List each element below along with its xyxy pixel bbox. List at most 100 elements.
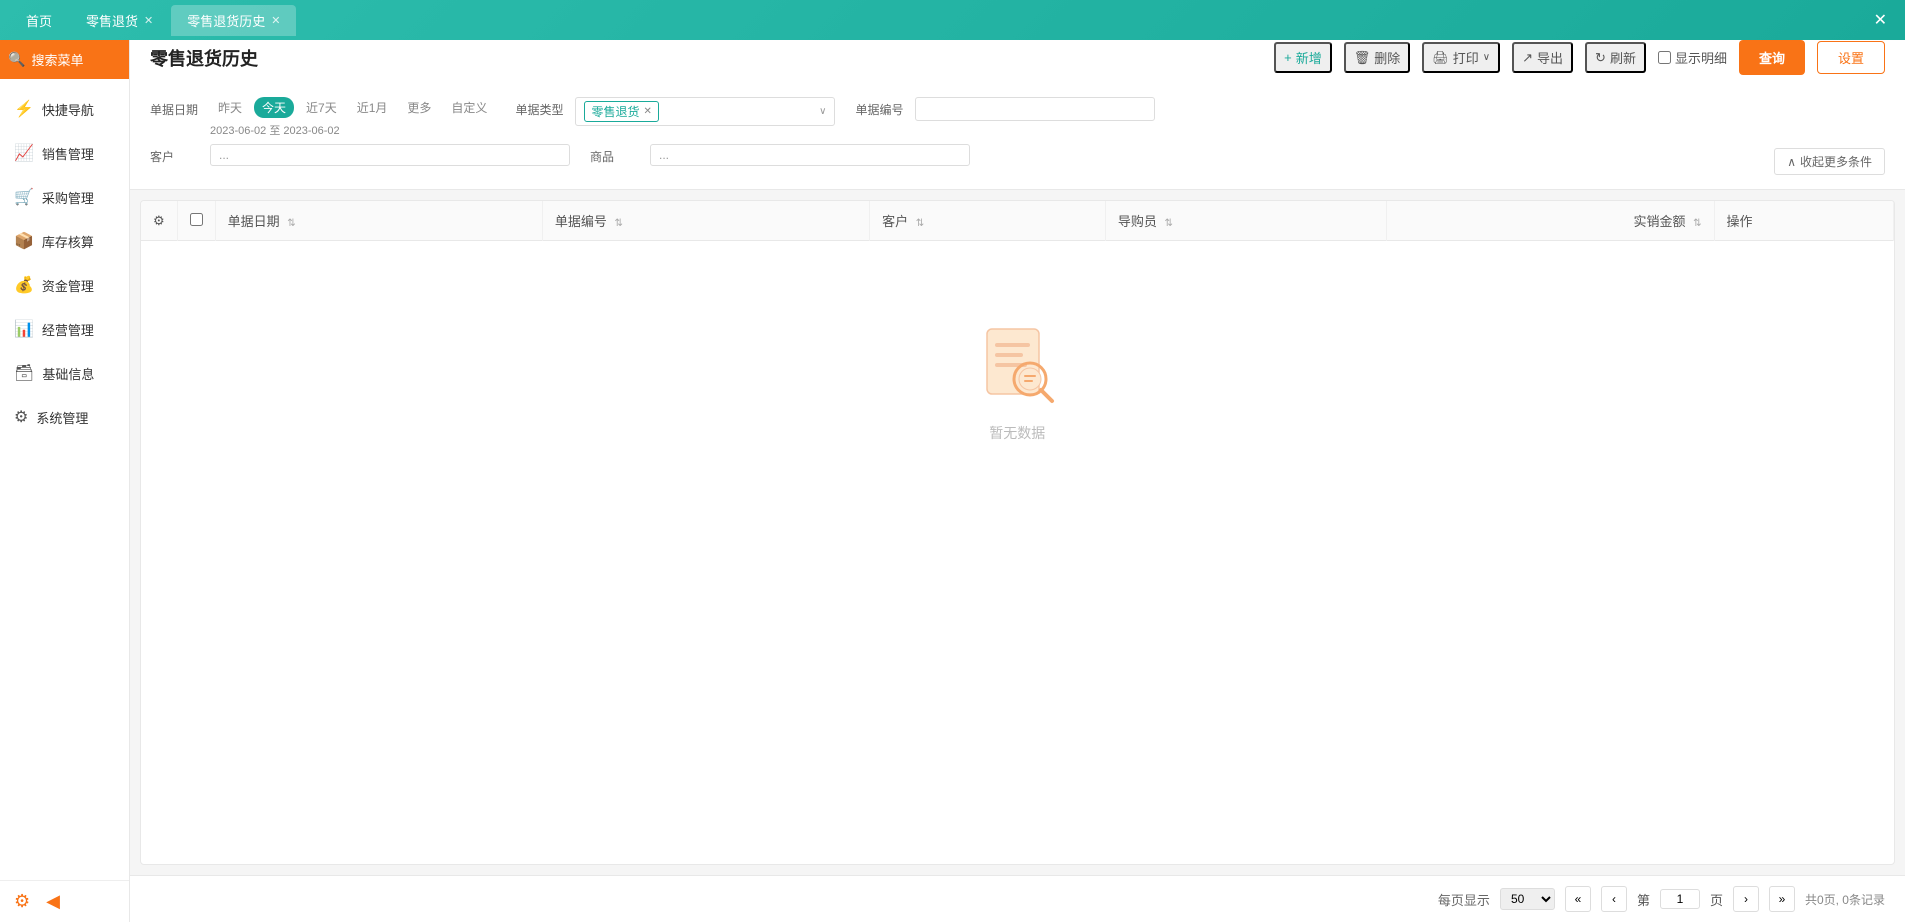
- sidebar-item-quick-nav[interactable]: ⚡ 快捷导航: [0, 87, 129, 131]
- set-button[interactable]: 设置: [1817, 41, 1885, 74]
- sidebar-item-sales[interactable]: 📈 销售管理: [0, 131, 129, 175]
- th-date: 单据日期 ⇅: [215, 201, 542, 241]
- doc-type-select[interactable]: 零售退货 ✕ ∨: [575, 97, 835, 126]
- sidebar-collapse-icon[interactable]: ◀: [46, 891, 60, 912]
- amount-sort-icon[interactable]: ⇅: [1693, 218, 1701, 229]
- sidebar-item-operation[interactable]: 📊 经营管理: [0, 307, 129, 351]
- sidebar-item-base-info-label: 基础信息: [42, 364, 94, 383]
- next-page-button[interactable]: ›: [1733, 886, 1759, 912]
- customer-input[interactable]: ...: [210, 144, 570, 166]
- query-button[interactable]: 查询: [1739, 40, 1805, 75]
- close-retail-return-icon[interactable]: ✕: [144, 14, 153, 27]
- prev-page-button[interactable]: ‹: [1601, 886, 1627, 912]
- tab-retail-return-history[interactable]: 零售退货历史 ✕: [171, 5, 296, 36]
- first-page-button[interactable]: «: [1565, 886, 1591, 912]
- export-label: 导出: [1537, 48, 1563, 67]
- display-detail-check[interactable]: 显示明细: [1658, 48, 1727, 67]
- tab-retail-return[interactable]: 零售退货 ✕: [70, 5, 169, 36]
- th-guide-label: 导购员: [1118, 214, 1157, 229]
- tab-home-label: 首页: [26, 11, 52, 30]
- search-icon: 🔍: [8, 51, 25, 68]
- sidebar-item-purchase[interactable]: 🛒 采购管理: [0, 175, 129, 219]
- purchase-icon: 🛒: [14, 187, 34, 207]
- th-customer: 客户 ⇅: [870, 201, 1106, 241]
- new-button[interactable]: + 新增: [1274, 42, 1332, 73]
- sidebar-item-sales-label: 销售管理: [42, 144, 94, 163]
- data-table: ⚙ 单据日期 ⇅ 单据编号 ⇅: [141, 201, 1894, 523]
- empty-state: 暂无数据: [141, 241, 1894, 523]
- sidebar-item-base-info[interactable]: 🗃 基础信息: [0, 351, 129, 395]
- customer-sort-icon[interactable]: ⇅: [916, 218, 924, 229]
- sidebar-settings-icon[interactable]: ⚙: [14, 891, 30, 912]
- th-number-label: 单据编号: [555, 214, 607, 229]
- goods-input[interactable]: ...: [650, 144, 970, 166]
- close-retail-return-history-icon[interactable]: ✕: [271, 14, 280, 27]
- date-btn-custom[interactable]: 自定义: [443, 97, 495, 118]
- settings-icon[interactable]: ⚙: [153, 213, 165, 228]
- sidebar-item-inventory[interactable]: 📦 库存核算: [0, 219, 129, 263]
- page-actions: + 新增 🗑 删除 🖨 打印 ∨ ↗ 导出: [1274, 40, 1885, 75]
- date-range: 2023-06-02 至 2023-06-02: [210, 122, 495, 138]
- refresh-label: 刷新: [1610, 48, 1636, 67]
- sidebar-item-system-label: 系统管理: [36, 408, 88, 427]
- main-layout: 🔍 搜索菜单 ⚡ 快捷导航 📈 销售管理 🛒 采购管理 📦 库存核算 💰: [0, 40, 1905, 922]
- date-filter-block: 单据日期 昨天 今天 近7天 近1月 更多 自定义 2023-06-02 至 2…: [150, 97, 495, 138]
- th-settings[interactable]: ⚙: [141, 201, 177, 241]
- filter-row-1: 单据日期 昨天 今天 近7天 近1月 更多 自定义 2023-06-02 至 2…: [150, 87, 1885, 144]
- th-number: 单据编号 ⇅: [542, 201, 869, 241]
- last-page-button[interactable]: »: [1769, 886, 1795, 912]
- inventory-icon: 📦: [14, 231, 34, 251]
- th-action: 操作: [1714, 201, 1893, 241]
- pagination-bar: 每页显示 50 100 200 « ‹ 第 页 › » 共0页, 0条记录: [130, 875, 1905, 922]
- select-all-checkbox[interactable]: [190, 213, 203, 226]
- delete-button[interactable]: 🗑 删除: [1344, 42, 1411, 73]
- date-btn-1month[interactable]: 近1月: [349, 97, 396, 118]
- page-size-select[interactable]: 50 100 200: [1500, 888, 1555, 910]
- th-checkbox[interactable]: [177, 201, 215, 241]
- content-area: 零售退货历史 + 新增 🗑 删除 🖨 打印 ∨: [130, 40, 1905, 922]
- delete-label: 删除: [1374, 48, 1400, 67]
- goods-ellipsis: ...: [659, 148, 669, 162]
- tab-home[interactable]: 首页: [10, 5, 68, 36]
- date-btn-7days[interactable]: 近7天: [298, 97, 345, 118]
- window-close-icon[interactable]: ✕: [1866, 6, 1895, 34]
- page-title-bar: 零售退货历史 + 新增 🗑 删除 🖨 打印 ∨: [150, 40, 1885, 75]
- total-info: 共0页, 0条记录: [1805, 891, 1885, 908]
- sidebar-item-finance[interactable]: 💰 资金管理: [0, 263, 129, 307]
- guide-sort-icon[interactable]: ⇅: [1164, 218, 1172, 229]
- collapse-filter-button[interactable]: ∧ 收起更多条件: [1774, 148, 1885, 175]
- new-label: 新增: [1296, 48, 1322, 67]
- sidebar-item-purchase-label: 采购管理: [42, 188, 94, 207]
- operation-icon: 📊: [14, 319, 34, 339]
- sidebar-item-finance-label: 资金管理: [42, 276, 94, 295]
- print-arrow-icon: ∨: [1483, 52, 1490, 63]
- empty-state-text: 暂无数据: [989, 423, 1045, 443]
- sidebar-item-inventory-label: 库存核算: [42, 232, 94, 251]
- th-action-label: 操作: [1727, 214, 1753, 229]
- print-button[interactable]: 🖨 打印 ∨: [1422, 42, 1500, 73]
- date-sort-icon[interactable]: ⇅: [287, 218, 295, 229]
- export-button[interactable]: ↗ 导出: [1512, 42, 1573, 73]
- refresh-button[interactable]: ↻ 刷新: [1585, 42, 1646, 73]
- date-btn-today[interactable]: 今天: [254, 97, 294, 118]
- sidebar-search[interactable]: 🔍 搜索菜单: [0, 40, 129, 79]
- type-tag-remove-icon[interactable]: ✕: [643, 106, 651, 117]
- date-btns-row: 昨天 今天 近7天 近1月 更多 自定义: [210, 97, 495, 118]
- sidebar-item-system[interactable]: ⚙ 系统管理: [0, 395, 129, 439]
- export-icon: ↗: [1522, 50, 1533, 66]
- date-btn-yesterday[interactable]: 昨天: [210, 97, 250, 118]
- doc-number-filter-block: 单据编号: [855, 97, 1155, 121]
- sidebar-menu: ⚡ 快捷导航 📈 销售管理 🛒 采购管理 📦 库存核算 💰 资金管理 📊: [0, 79, 129, 880]
- number-sort-icon[interactable]: ⇅: [615, 218, 623, 229]
- empty-state-row: 暂无数据: [141, 241, 1894, 524]
- date-btns-wrap: 昨天 今天 近7天 近1月 更多 自定义 2023-06-02 至 2023-0…: [210, 97, 495, 138]
- doc-number-label: 单据编号: [855, 97, 907, 118]
- table-header: ⚙ 单据日期 ⇅ 单据编号 ⇅: [141, 201, 1894, 241]
- print-label: 打印: [1453, 48, 1479, 67]
- date-btn-more[interactable]: 更多: [399, 97, 439, 118]
- page-input-prefix: 第: [1637, 890, 1650, 909]
- page-number-input[interactable]: [1660, 889, 1700, 909]
- sidebar-search-label: 搜索菜单: [31, 50, 83, 69]
- doc-number-input[interactable]: [915, 97, 1155, 121]
- display-detail-checkbox[interactable]: [1658, 51, 1671, 64]
